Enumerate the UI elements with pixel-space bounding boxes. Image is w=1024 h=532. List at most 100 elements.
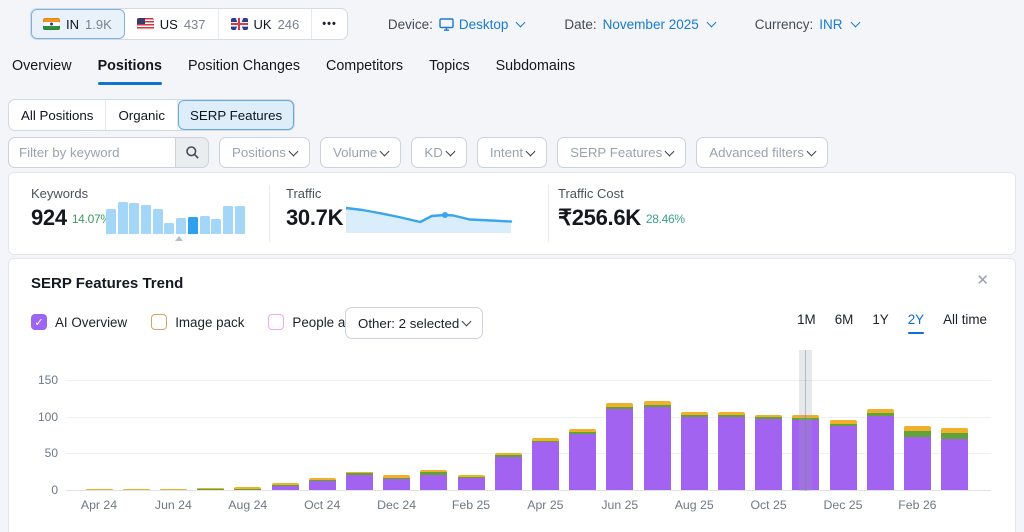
nav-tab-position-changes[interactable]: Position Changes [188,58,300,85]
other-features-dropdown[interactable]: Other: 2 selected [345,307,484,339]
mini-bar [199,216,210,234]
nav-tab-subdomains[interactable]: Subdomains [496,58,575,85]
range-6m[interactable]: 6M [835,312,854,334]
panel-title: SERP Features Trend [31,275,184,292]
date-dropdown[interactable]: November 2025 [602,16,717,32]
legend-checkbox-ai-overview[interactable]: ✓ AI Overview [31,314,127,330]
main-nav-tabs: Overview Positions Position Changes Competi… [12,58,575,85]
date-value: November 2025 [602,16,699,32]
bar-segment [717,416,745,490]
filter-dropdown-kd[interactable]: KD [411,137,467,168]
trend-bar-aug-24[interactable] [234,487,262,490]
country-count: 1.9K [85,16,112,32]
legend-checkbox-image-pack[interactable]: Image pack [151,314,244,330]
position-type-tabs: All Positions Organic SERP Features [8,99,296,131]
country-tab-uk[interactable]: UK 246 [219,9,313,39]
chevron-down-icon [461,316,472,327]
country-code: IN [66,16,79,32]
more-countries-button[interactable]: ••• [312,9,347,39]
trend-bar-jun-25[interactable] [606,403,634,490]
view-tab-all-positions[interactable]: All Positions [9,100,107,130]
trend-bar-dec-24[interactable] [383,475,411,490]
bar-segment [271,486,299,490]
chevron-down-icon [664,146,675,156]
mini-bar [164,223,175,234]
currency-value: INR [819,16,843,32]
uk-flag-icon [230,18,248,30]
chevron-down-icon [379,146,390,156]
range-1m[interactable]: 1M [797,312,816,334]
trend-bar-apr-24[interactable] [85,488,113,490]
filter-dropdown-intent[interactable]: Intent [476,137,548,168]
search-button[interactable] [175,137,209,168]
traffic-cost-change: 28.46% [645,212,685,226]
nav-tab-positions[interactable]: Positions [97,58,163,85]
range-1y[interactable]: 1Y [872,312,888,334]
country-tab-us[interactable]: US 437 [125,9,219,39]
filter-dropdown-advanced-filters[interactable]: Advanced filters [696,137,828,168]
trend-bar-sep-25[interactable] [717,411,745,490]
mini-bar [152,209,163,234]
device-selector: Device: Desktop [388,17,526,32]
trend-bar-nov-24[interactable] [345,471,373,490]
filter-dropdown-volume[interactable]: Volume [319,137,402,168]
trend-bar-mar-25[interactable] [494,452,522,490]
trend-bar-apr-25[interactable] [531,437,559,490]
trend-bar-jun-24[interactable] [159,488,187,490]
filter-dropdown-label: Intent [489,145,524,160]
trend-bar-oct-24[interactable] [308,477,336,490]
filter-dropdown-label: Advanced filters [709,145,804,160]
trend-bar-chart: 0 50 100 150 Apr 24 Jun 24 Aug 24 Oct 24 Dec 24 F… [38,350,991,512]
chevron-down-icon [850,17,860,28]
chevron-down-icon [288,146,299,156]
trend-bar-feb-25[interactable] [457,474,485,490]
nav-tab-topics[interactable]: Topics [429,58,470,85]
range-all-time[interactable]: All time [943,312,987,334]
serp-feature-legend: ✓ AI Overview Image pack People also ask [31,307,387,337]
filter-dropdown-positions[interactable]: Positions [219,137,310,168]
trend-bar-dec-25[interactable] [829,420,857,490]
selected-month-line [804,350,806,491]
keyword-filter-input[interactable] [8,137,175,168]
bar-segment [643,407,671,490]
view-tab-organic[interactable]: Organic [106,100,178,130]
mini-bar [117,202,128,234]
gridline-y-150 [66,380,991,381]
trend-bar-may-25[interactable] [569,429,597,490]
nav-tab-overview[interactable]: Overview [12,58,72,85]
bar-segment [383,479,411,490]
trend-bar-may-24[interactable] [122,488,150,490]
filter-bar: Positions Volume KD Intent SERP Features Adva… [8,137,828,168]
device-dropdown[interactable]: Desktop [439,17,526,32]
trend-bar-aug-25[interactable] [680,411,708,490]
range-2y[interactable]: 2Y [907,312,925,334]
y-axis-tick-label: 0 [51,483,58,497]
country-count: 246 [277,16,300,32]
nav-tab-competitors[interactable]: Competitors [326,58,403,85]
keywords-mini-bar-chart [106,201,248,234]
keywords-value: 924 14.07% [31,205,111,230]
currency-dropdown[interactable]: INR [819,16,860,32]
x-axis-tick-label: Apr 24 [80,498,118,512]
trend-bar-jan-25[interactable] [420,470,448,490]
close-icon[interactable]: ✕ [976,271,989,289]
trend-bar-jan-26[interactable] [866,409,894,490]
trend-bar-oct-25[interactable] [755,414,783,490]
mini-bar [234,206,245,234]
us-flag-icon [136,18,154,30]
currency-selector: Currency: INR [755,16,860,32]
x-axis-tick-label: Feb 26 [898,498,937,512]
trend-bar-mar-26[interactable] [941,428,969,490]
bar-segment [345,474,373,490]
x-axis-tick-label: Oct 24 [304,498,341,512]
view-tab-serp-features[interactable]: SERP Features [178,100,295,130]
trend-bar-feb-26[interactable] [903,426,931,490]
trend-bar-sep-24[interactable] [271,483,299,490]
country-tab-in[interactable]: IN 1.9K [31,9,125,39]
mini-bar [106,209,116,234]
trend-bar-jul-24[interactable] [197,487,225,490]
x-axis-tick-label: Oct 25 [750,498,787,512]
filter-dropdown-serp-features[interactable]: SERP Features [557,137,687,168]
trend-bar-jul-25[interactable] [643,401,671,490]
mini-bar [222,206,233,234]
